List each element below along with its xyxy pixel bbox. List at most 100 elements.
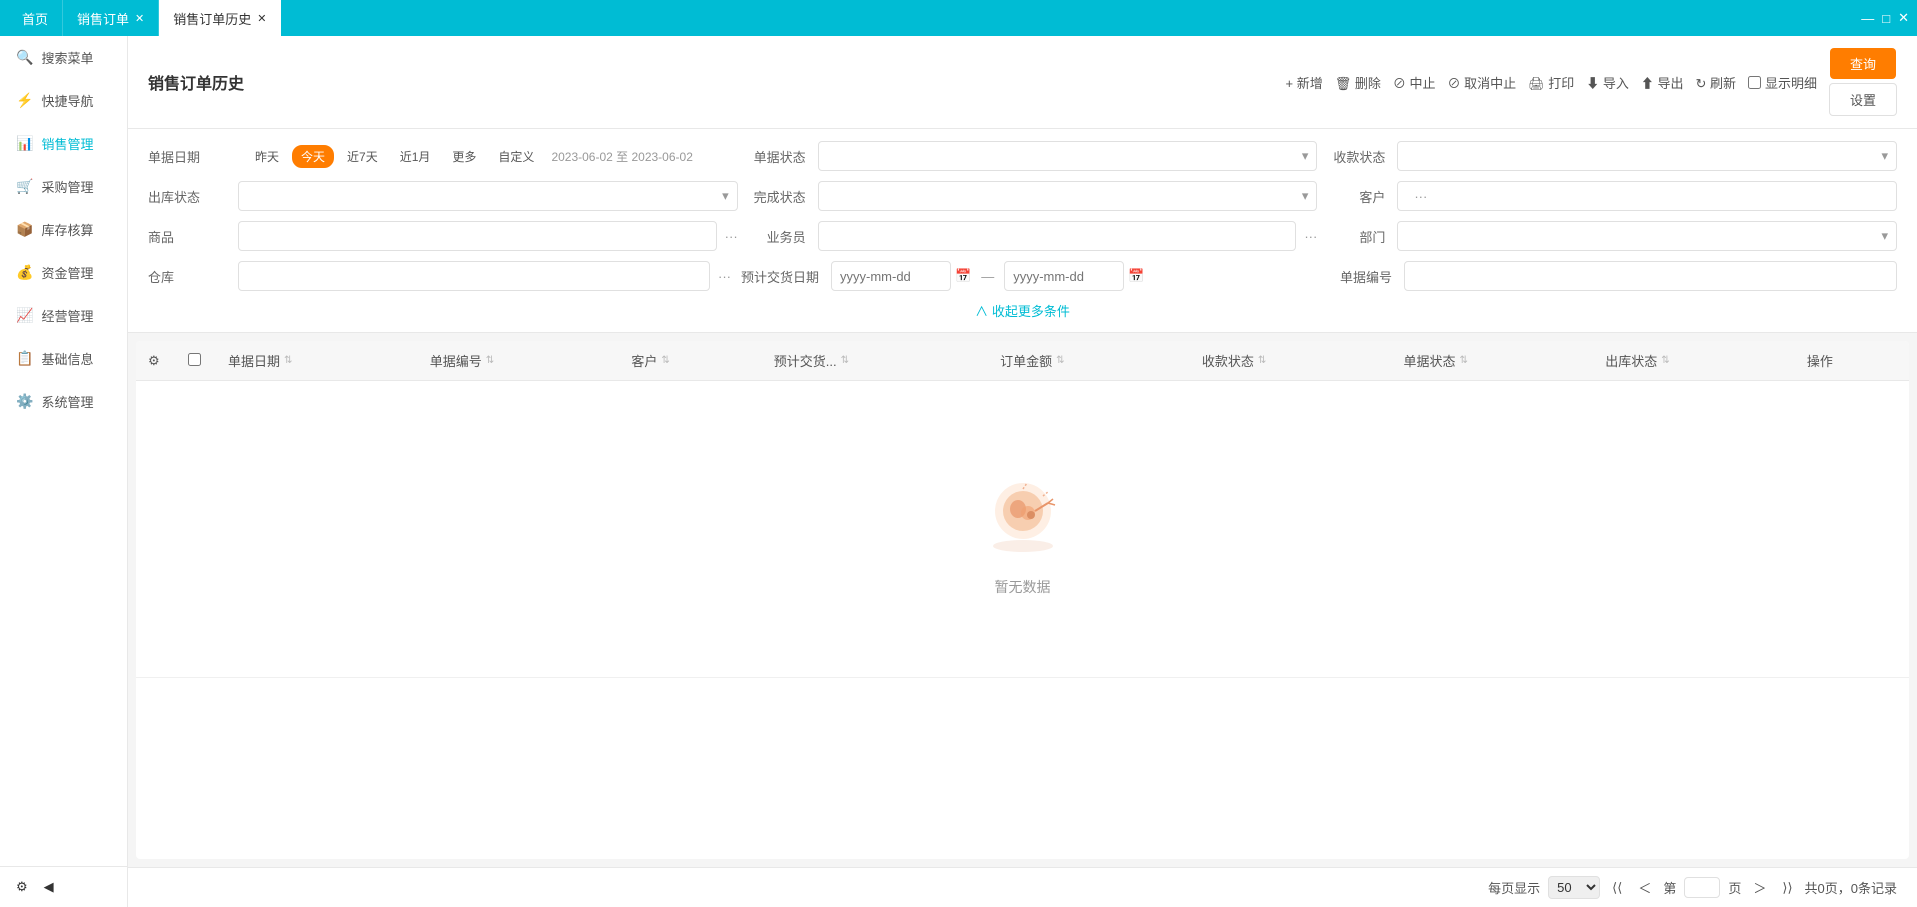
th-no[interactable]: 单据编号 ⇅ [418, 341, 620, 381]
outbound-chevron: ▾ [722, 188, 729, 204]
sidebar-item-inventory[interactable]: 📦 库存核算 [0, 208, 127, 251]
page-input[interactable]: 1 [1684, 877, 1720, 898]
sidebar-item-inventory-label: 库存核算 [41, 220, 93, 239]
customer-select[interactable]: ··· [1397, 181, 1897, 211]
date-btn-7days[interactable]: 近7天 [338, 145, 387, 168]
collapse-btn[interactable]: ∧ 收起更多条件 [148, 301, 1897, 320]
date-btn-yesterday[interactable]: 昨天 [246, 145, 288, 168]
sidebar-collapse-icon[interactable]: ◀ [44, 879, 54, 895]
new-button[interactable]: + 新增 [1285, 73, 1322, 92]
export-button[interactable]: ⬆ 导出 [1641, 73, 1684, 92]
import-button[interactable]: ⬇ 导入 [1586, 73, 1629, 92]
th-outbound-sort[interactable]: 出库状态 ⇅ [1605, 351, 1783, 370]
warehouse-input[interactable] [238, 261, 710, 291]
expected-date-from[interactable] [831, 261, 951, 291]
outbound-status-select[interactable]: ▾ [238, 181, 738, 211]
calendar-to-icon[interactable]: 📅 [1128, 268, 1144, 284]
stop-button[interactable]: ⊘ 中止 [1393, 73, 1436, 92]
date-btn-today[interactable]: 今天 [292, 145, 334, 168]
window-restore[interactable]: □ [1882, 11, 1890, 26]
tab-sales-order-label: 销售订单 [77, 9, 129, 28]
date-label: 单据日期 [148, 147, 238, 166]
th-customer[interactable]: 客户 ⇅ [619, 341, 761, 381]
no-sort-icon: ⇅ [486, 355, 494, 366]
th-expected-delivery[interactable]: 预计交货... ⇅ [762, 341, 988, 381]
th-operations-label: 操作 [1807, 354, 1833, 369]
tab-sales-order[interactable]: 销售订单 ✕ [63, 0, 159, 36]
th-outbound-status[interactable]: 出库状态 ⇅ [1593, 341, 1795, 381]
date-btn-1month[interactable]: 近1月 [391, 145, 440, 168]
department-select[interactable]: ▾ [1397, 221, 1897, 251]
salesman-input[interactable] [818, 221, 1297, 251]
th-settings[interactable]: ⚙ [136, 341, 176, 381]
date-btn-custom[interactable]: 自定义 [489, 145, 543, 168]
th-customer-label: 客户 [631, 351, 657, 370]
filter-settings-button[interactable]: 设置 [1829, 83, 1897, 116]
salesman-dots[interactable]: ··· [1304, 229, 1317, 244]
complete-status-select[interactable]: ▾ [818, 181, 1318, 211]
tab-sales-order-history[interactable]: 销售订单历史 ✕ [159, 0, 281, 36]
th-amount-sort[interactable]: 订单金额 ⇅ [1000, 351, 1178, 370]
sidebar-item-basic-info[interactable]: 📋 基础信息 [0, 337, 127, 380]
window-close[interactable]: ✕ [1898, 10, 1909, 26]
sidebar-item-capital-mgmt[interactable]: 💰 资金管理 [0, 251, 127, 294]
th-order-status[interactable]: 单据状态 ⇅ [1392, 341, 1594, 381]
display-toggle-label: 显示明细 [1765, 73, 1817, 92]
warehouse-field: ··· [238, 261, 731, 291]
sidebar-item-ops-mgmt[interactable]: 📈 经营管理 [0, 294, 127, 337]
product-dots[interactable]: ··· [725, 229, 738, 244]
th-customer-sort[interactable]: 客户 ⇅ [631, 351, 749, 370]
sidebar-item-search-menu[interactable]: 🔍 搜索菜单 [0, 36, 127, 79]
first-page-btn[interactable]: ⟨⟨ [1608, 878, 1626, 898]
sidebar-item-basic-label: 基础信息 [41, 349, 93, 368]
warehouse-dots[interactable]: ··· [718, 269, 731, 284]
display-toggle[interactable]: 显示明细 [1748, 73, 1817, 92]
window-minimize[interactable]: — [1861, 11, 1874, 26]
receipt-status-select[interactable]: ▾ [1397, 141, 1897, 171]
order-no-input[interactable] [1404, 261, 1897, 291]
data-table: ⚙ 单据日期 ⇅ 单据编号 ⇅ [136, 341, 1909, 678]
sidebar-item-sys-mgmt[interactable]: ⚙️ 系统管理 [0, 380, 127, 423]
tab-sales-order-history-close[interactable]: ✕ [257, 12, 266, 25]
page-header: 销售订单历史 + 新增 🗑 删除 ⊘ 中止 ⊘ 取消中止 🖨 打印 ⬇ 导入 ⬆… [128, 36, 1917, 129]
calendar-from-icon[interactable]: 📅 [955, 268, 971, 284]
prev-page-btn[interactable]: ＜ [1634, 876, 1655, 899]
next-page-btn[interactable]: ＞ [1749, 876, 1770, 899]
th-check[interactable] [176, 341, 216, 381]
product-input[interactable] [238, 221, 717, 251]
salesman-field: ··· [818, 221, 1318, 251]
select-all-checkbox[interactable] [188, 353, 201, 366]
order-no-field [1404, 261, 1897, 291]
delete-button[interactable]: 🗑 删除 [1335, 73, 1381, 92]
query-button[interactable]: 查询 [1830, 48, 1896, 79]
customer-label: 客户 [1317, 187, 1397, 206]
sidebar-item-sales-mgmt[interactable]: 📊 销售管理 [0, 122, 127, 165]
print-button[interactable]: 🖨 打印 [1528, 73, 1574, 92]
sidebar-item-purchase-mgmt[interactable]: 🛒 采购管理 [0, 165, 127, 208]
th-expected-sort[interactable]: 预计交货... ⇅ [774, 351, 976, 370]
page-size-select[interactable]: 10 20 50 100 [1548, 876, 1600, 899]
display-toggle-checkbox[interactable] [1748, 76, 1761, 89]
search-menu-icon: 🔍 [16, 49, 33, 66]
th-date-sort[interactable]: 单据日期 ⇅ [228, 351, 406, 370]
tab-sales-order-close[interactable]: ✕ [135, 12, 144, 25]
expected-date-to[interactable] [1004, 261, 1124, 291]
order-status-select[interactable]: ▾ [818, 141, 1318, 171]
th-date[interactable]: 单据日期 ⇅ [216, 341, 418, 381]
date-btn-more[interactable]: 更多 [443, 145, 485, 168]
last-page-btn[interactable]: ⟩⟩ [1778, 878, 1796, 898]
th-no-sort[interactable]: 单据编号 ⇅ [430, 351, 608, 370]
th-receipt-status[interactable]: 收款状态 ⇅ [1190, 341, 1392, 381]
top-bar: 首页 销售订单 ✕ 销售订单历史 ✕ — □ ✕ [0, 0, 1917, 36]
sidebar-settings-icon[interactable]: ⚙ [16, 879, 28, 895]
department-chevron: ▾ [1881, 228, 1888, 244]
tab-home[interactable]: 首页 [8, 0, 63, 36]
sidebar-item-quick-nav[interactable]: ⚡ 快捷导航 [0, 79, 127, 122]
th-receipt-sort[interactable]: 收款状态 ⇅ [1202, 351, 1380, 370]
customer-dots[interactable]: ··· [1414, 189, 1427, 204]
th-order-amount[interactable]: 订单金额 ⇅ [988, 341, 1190, 381]
th-order-status-sort[interactable]: 单据状态 ⇅ [1404, 351, 1582, 370]
refresh-button[interactable]: ↻ 刷新 [1695, 73, 1736, 92]
cancel-stop-button[interactable]: ⊘ 取消中止 [1447, 73, 1516, 92]
customer-sort-icon: ⇅ [661, 355, 669, 366]
